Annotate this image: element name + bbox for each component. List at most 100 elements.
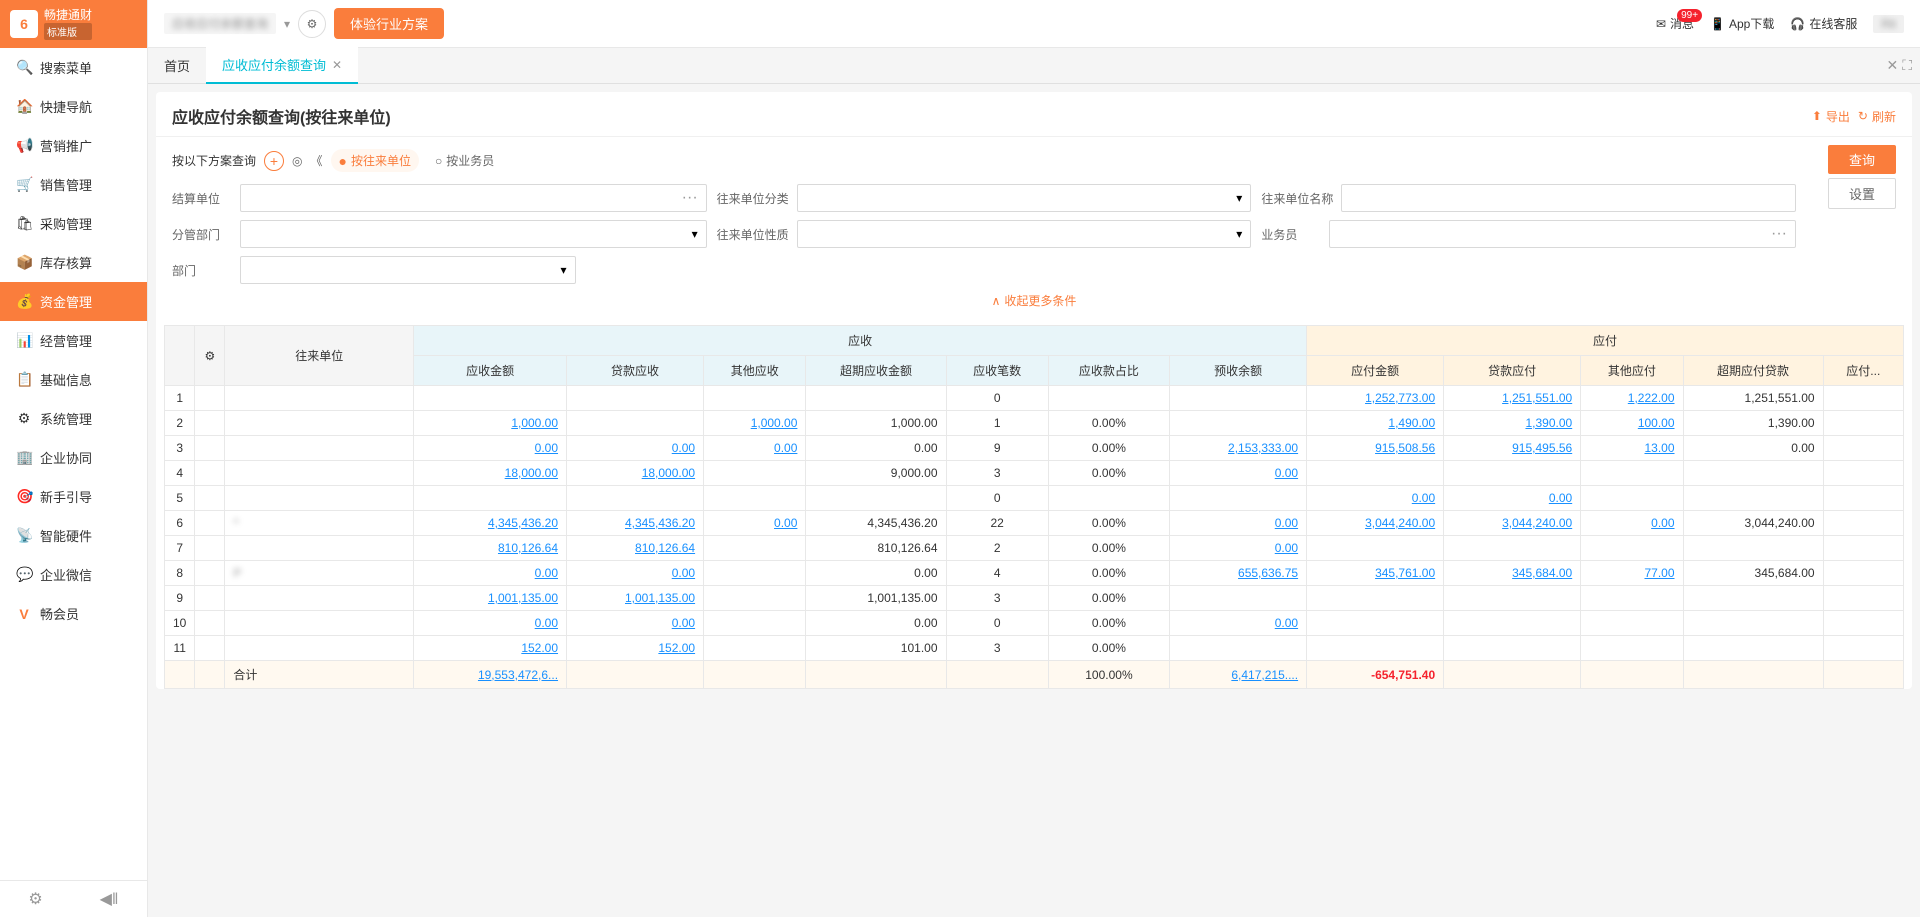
partner-nature-select[interactable]: ▾: [797, 220, 1252, 248]
sidebar-item-wechat[interactable]: 💬 企业微信: [0, 555, 147, 594]
salesperson-icon: ○: [435, 154, 442, 168]
row-ap-loan[interactable]: 1,251,551.00: [1444, 386, 1581, 411]
row-ap-amount[interactable]: 1,490.00: [1307, 411, 1444, 436]
row-ar-other[interactable]: 1,000.00: [704, 411, 806, 436]
tab-home[interactable]: 首页: [148, 48, 206, 83]
row-ar-prepaid[interactable]: 0.00: [1170, 461, 1307, 486]
row-ar-loan[interactable]: 0.00: [567, 561, 704, 586]
sidebar-settings-icon[interactable]: ⚙: [28, 889, 42, 909]
row-ar-other[interactable]: 0.00: [704, 511, 806, 536]
customer-service-button[interactable]: 🎧 在线客服: [1790, 15, 1857, 32]
row-ap-other[interactable]: 0.00: [1581, 511, 1683, 536]
row-ar-loan[interactable]: 4,345,436.20: [567, 511, 704, 536]
setting-button[interactable]: 设置: [1828, 178, 1896, 209]
collapse-more-conditions-button[interactable]: ∧ 收起更多条件: [172, 288, 1896, 313]
row-ar-loan[interactable]: 152.00: [567, 636, 704, 661]
row-ar-loan[interactable]: 0.00: [567, 611, 704, 636]
sidebar-item-hardware[interactable]: 📡 智能硬件: [0, 516, 147, 555]
row-ar-prepaid[interactable]: 0.00: [1170, 536, 1307, 561]
row-ap-other[interactable]: 13.00: [1581, 436, 1683, 461]
sidebar-item-marketing[interactable]: 📢 营销推广: [0, 126, 147, 165]
settlement-unit-input[interactable]: ···: [240, 184, 707, 212]
row-ar-loan[interactable]: 0.00: [567, 436, 704, 461]
row-ar-loan[interactable]: 1,001,135.00: [567, 586, 704, 611]
tab-close-icon[interactable]: ✕: [332, 58, 342, 72]
message-button[interactable]: ✉ 消息 99+: [1656, 15, 1694, 32]
row-ap-other: [1581, 611, 1683, 636]
top-header: 应收应付余额查询 ▾ ⚙ 体验行业方案 ✉ 消息 99+ 📱 App下载 🎧 在…: [148, 0, 1920, 48]
row-ar-amount[interactable]: 1,001,135.00: [414, 586, 567, 611]
sidebar-item-finance[interactable]: 💰 资金管理: [0, 282, 147, 321]
row-ar-loan[interactable]: 18,000.00: [567, 461, 704, 486]
salesperson-input[interactable]: ···: [1329, 220, 1796, 248]
filter-collapse-button[interactable]: 《: [311, 152, 323, 169]
partner-category-select[interactable]: ▾: [797, 184, 1252, 212]
total-ar-amount[interactable]: 19,553,472,6...: [414, 661, 567, 689]
row-ap-other[interactable]: 100.00: [1581, 411, 1683, 436]
row-ar-amount[interactable]: 18,000.00: [414, 461, 567, 486]
row-num-cell: 2: [165, 411, 195, 436]
row-ar-loan[interactable]: 810,126.64: [567, 536, 704, 561]
row-ar-amount[interactable]: 4,345,436.20: [414, 511, 567, 536]
sidebar-collapse-icon[interactable]: ◀‖: [100, 889, 119, 909]
row-ap-overdue: 345,684.00: [1683, 561, 1823, 586]
filter-add-button[interactable]: +: [264, 151, 284, 171]
row-ar-amount[interactable]: 0.00: [414, 436, 567, 461]
row-ap-other[interactable]: 77.00: [1581, 561, 1683, 586]
row-ap-loan[interactable]: 345,684.00: [1444, 561, 1581, 586]
th-settings[interactable]: ⚙: [195, 326, 225, 386]
row-ap-amount[interactable]: 915,508.56: [1307, 436, 1444, 461]
tab-close-all-button[interactable]: ✕: [1886, 57, 1898, 74]
tab-expand-button[interactable]: ⛶: [1902, 57, 1912, 74]
filter-by-salesperson[interactable]: ○ 按业务员: [427, 149, 502, 172]
branch-dept-select[interactable]: ▾: [240, 256, 576, 284]
row-ar-amount[interactable]: 810,126.64: [414, 536, 567, 561]
row-ap-loan[interactable]: 3,044,240.00: [1444, 511, 1581, 536]
row-ar-amount[interactable]: 1,000.00: [414, 411, 567, 436]
refresh-button[interactable]: ↻ 刷新: [1858, 108, 1896, 125]
row-ar-prepaid[interactable]: 0.00: [1170, 511, 1307, 536]
row-ar-amount[interactable]: 152.00: [414, 636, 567, 661]
app-download-button[interactable]: 📱 App下载: [1710, 15, 1774, 32]
sidebar-item-sales[interactable]: 🛒 销售管理: [0, 165, 147, 204]
row-ar-amount[interactable]: 0.00: [414, 611, 567, 636]
row-partner-cell: [225, 411, 414, 436]
dept-select[interactable]: ▾: [240, 220, 707, 248]
row-ap-amount[interactable]: 3,044,240.00: [1307, 511, 1444, 536]
row-settings-cell: [195, 611, 225, 636]
row-ar-overdue: 0.00: [806, 561, 946, 586]
sidebar-item-operation[interactable]: 📊 经营管理: [0, 321, 147, 360]
sidebar-item-inventory[interactable]: 📦 库存核算: [0, 243, 147, 282]
filter-by-partner[interactable]: ● 按往来单位: [331, 149, 419, 172]
row-ar-prepaid[interactable]: 655,636.75: [1170, 561, 1307, 586]
row-ar-prepaid[interactable]: 0.00: [1170, 611, 1307, 636]
sidebar-item-system[interactable]: ⚙ 系统管理: [0, 399, 147, 438]
row-ap-loan[interactable]: 1,390.00: [1444, 411, 1581, 436]
row-ar-prepaid[interactable]: 2,153,333.00: [1170, 436, 1307, 461]
row-ar-amount[interactable]: 0.00: [414, 561, 567, 586]
row-ar-count: 9: [946, 436, 1048, 461]
row-ar-overdue: 4,345,436.20: [806, 511, 946, 536]
sidebar-item-quick-nav[interactable]: 🏠 快捷导航: [0, 87, 147, 126]
settings-gear-button[interactable]: ⚙: [298, 10, 326, 38]
row-ap-other[interactable]: 1,222.00: [1581, 386, 1683, 411]
row-ap-loan[interactable]: 0.00: [1444, 486, 1581, 511]
sidebar-item-enterprise[interactable]: 🏢 企业协同: [0, 438, 147, 477]
query-button[interactable]: 查询: [1828, 145, 1896, 174]
sidebar-item-newbie[interactable]: 🎯 新手引导: [0, 477, 147, 516]
tab-ar-ap[interactable]: 应收应付余额查询 ✕: [206, 47, 358, 84]
row-ap-loan[interactable]: 915,495.56: [1444, 436, 1581, 461]
export-button[interactable]: ⬆ 导出: [1812, 108, 1850, 125]
industry-plan-button[interactable]: 体验行业方案: [334, 8, 444, 39]
row-ap-amount[interactable]: 0.00: [1307, 486, 1444, 511]
sidebar-item-search[interactable]: 🔍 搜索菜单: [0, 48, 147, 87]
partner-name-input[interactable]: [1341, 184, 1796, 212]
sidebar-item-member[interactable]: V 畅会员: [0, 594, 147, 633]
filter-preset-button[interactable]: ◎: [292, 154, 302, 168]
sidebar-item-basic[interactable]: 📋 基础信息: [0, 360, 147, 399]
row-ar-other[interactable]: 0.00: [704, 436, 806, 461]
row-ap-amount[interactable]: 345,761.00: [1307, 561, 1444, 586]
sidebar-item-purchase[interactable]: 🛍 采购管理: [0, 204, 147, 243]
total-ar-prepaid[interactable]: 6,417,215....: [1170, 661, 1307, 689]
row-ap-amount[interactable]: 1,252,773.00: [1307, 386, 1444, 411]
